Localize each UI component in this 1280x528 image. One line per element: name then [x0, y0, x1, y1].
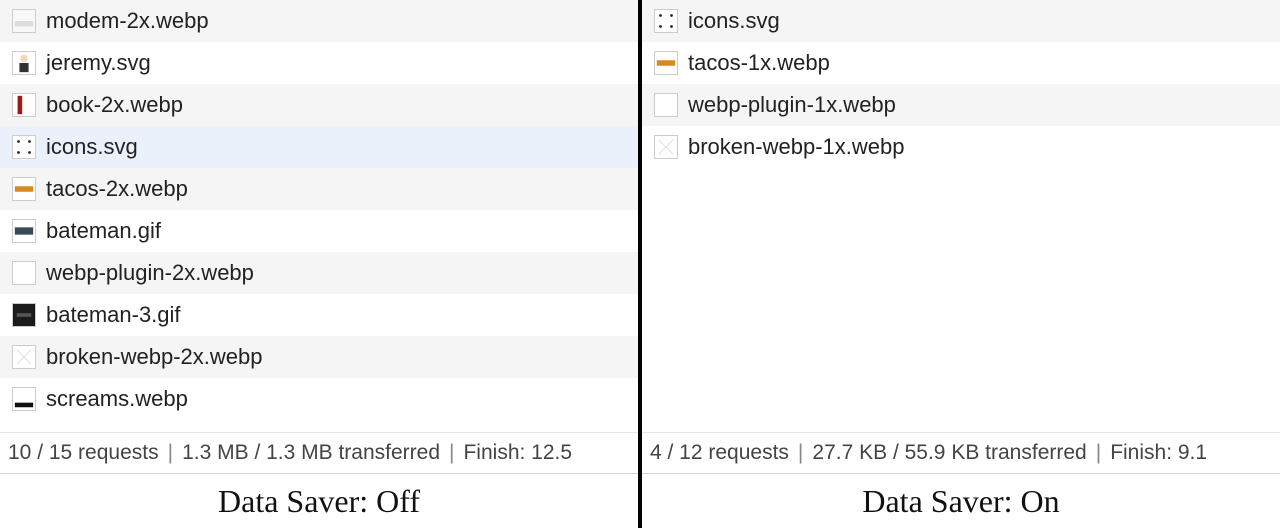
file-row[interactable]: book-2x.webp — [0, 84, 638, 126]
status-bar-left: 10 / 15 requests | 1.3 MB / 1.3 MB trans… — [0, 432, 638, 474]
status-requests: 4 / 12 requests — [650, 441, 789, 465]
file-list-left: modem-2x.webp jeremy.svg book-2x.webp icons… — [0, 0, 638, 420]
file-row[interactable]: icons.svg — [0, 126, 638, 168]
file-name: webp-plugin-1x.webp — [688, 92, 896, 118]
file-name: icons.svg — [688, 8, 780, 34]
file-name: broken-webp-1x.webp — [688, 134, 904, 160]
file-row[interactable]: bateman-3.gif — [0, 294, 638, 336]
file-row[interactable]: webp-plugin-1x.webp — [642, 84, 1280, 126]
file-name: bateman-3.gif — [46, 302, 181, 328]
file-type-icon — [12, 303, 36, 327]
file-type-icon — [654, 93, 678, 117]
file-name: webp-plugin-2x.webp — [46, 260, 254, 286]
status-bar-right: 4 / 12 requests | 27.7 KB / 55.9 KB tran… — [642, 432, 1280, 474]
caption-right: Data Saver: On — [642, 474, 1280, 528]
file-type-icon — [12, 387, 36, 411]
file-name: icons.svg — [46, 134, 138, 160]
file-row[interactable]: broken-webp-2x.webp — [0, 336, 638, 378]
file-type-icon — [12, 135, 36, 159]
status-transferred: 1.3 MB / 1.3 MB transferred — [182, 441, 440, 465]
file-row[interactable]: tacos-1x.webp — [642, 42, 1280, 84]
file-name: screams.webp — [46, 386, 188, 412]
status-finish: Finish: 9.1 — [1110, 441, 1207, 465]
file-list-right: icons.svg tacos-1x.webp webp-plugin-1x.web… — [642, 0, 1280, 168]
file-row[interactable]: modem-2x.webp — [0, 0, 638, 42]
file-type-icon — [12, 177, 36, 201]
status-finish: Finish: 12.5 — [463, 441, 572, 465]
file-name: tacos-1x.webp — [688, 50, 830, 76]
pane-data-saver-off: modem-2x.webp jeremy.svg book-2x.webp icons… — [0, 0, 642, 528]
status-transferred: 27.7 KB / 55.9 KB transferred — [812, 441, 1086, 465]
file-name: tacos-2x.webp — [46, 176, 188, 202]
file-type-icon — [12, 219, 36, 243]
file-row[interactable]: jeremy.svg — [0, 42, 638, 84]
file-name: jeremy.svg — [46, 50, 151, 76]
file-row[interactable]: webp-plugin-2x.webp — [0, 252, 638, 294]
file-row[interactable]: broken-webp-1x.webp — [642, 126, 1280, 168]
caption-left: Data Saver: Off — [0, 474, 638, 528]
file-type-icon — [12, 345, 36, 369]
file-row[interactable]: bateman.gif — [0, 210, 638, 252]
file-row[interactable]: icons.svg — [642, 0, 1280, 42]
file-name: modem-2x.webp — [46, 8, 209, 34]
file-type-icon — [654, 51, 678, 75]
file-type-icon — [12, 261, 36, 285]
file-name: broken-webp-2x.webp — [46, 344, 262, 370]
file-type-icon — [12, 51, 36, 75]
file-type-icon — [12, 9, 36, 33]
file-type-icon — [654, 135, 678, 159]
file-type-icon — [654, 9, 678, 33]
file-name: bateman.gif — [46, 218, 161, 244]
pane-data-saver-on: icons.svg tacos-1x.webp webp-plugin-1x.web… — [642, 0, 1280, 528]
status-requests: 10 / 15 requests — [8, 441, 159, 465]
file-row[interactable]: tacos-2x.webp — [0, 168, 638, 210]
file-row[interactable]: screams.webp — [0, 378, 638, 420]
file-type-icon — [12, 93, 36, 117]
file-name: book-2x.webp — [46, 92, 183, 118]
